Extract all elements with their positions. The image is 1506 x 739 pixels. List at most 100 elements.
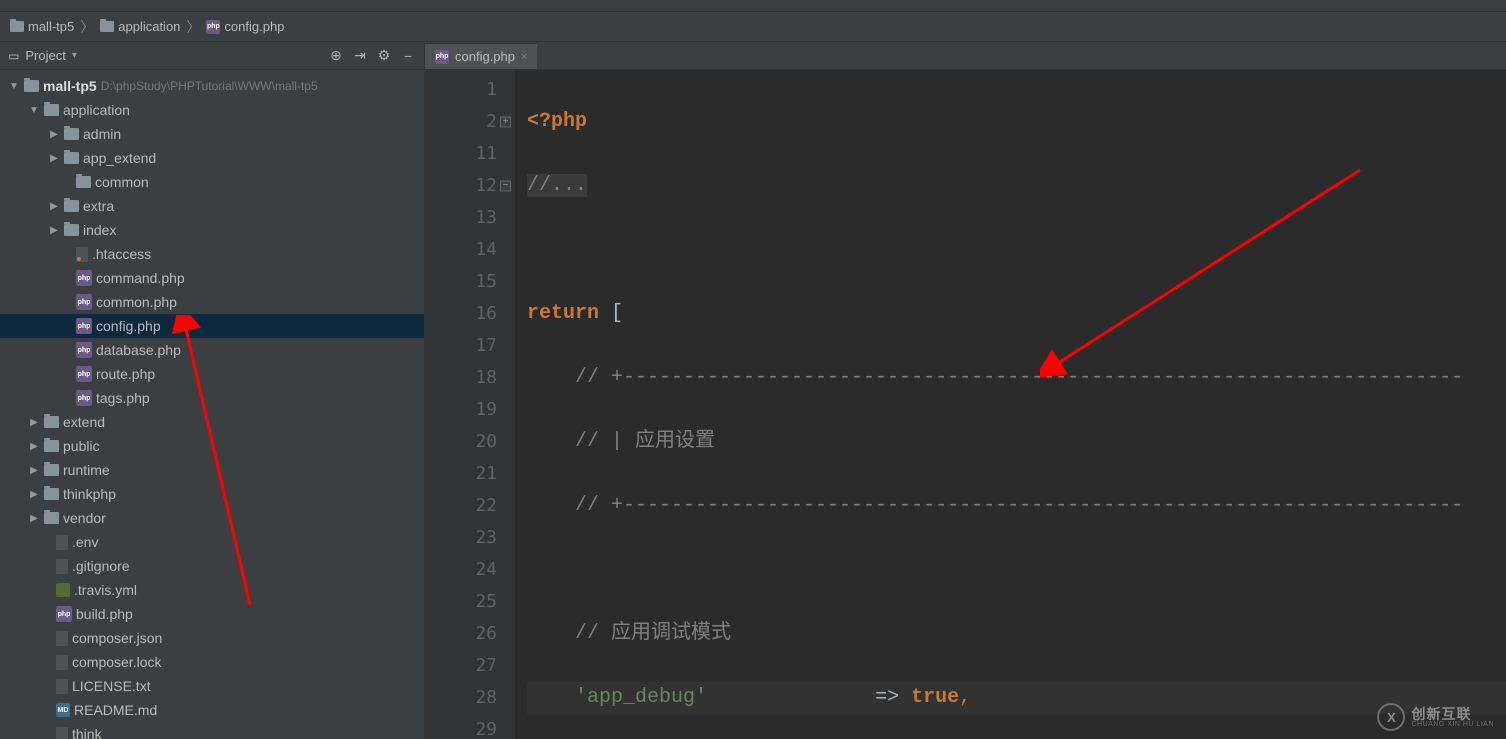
editor-tabs: php config.php × <box>425 42 1506 70</box>
folder-icon <box>64 128 79 140</box>
collapse-all-icon[interactable]: ⇥ <box>352 48 368 64</box>
tree-admin[interactable]: admin <box>0 122 424 146</box>
expand-arrow-icon[interactable] <box>28 417 40 428</box>
tree-root[interactable]: mall-tp5 D:\phpStudy\PHPTutorial\WWW\mal… <box>0 74 424 98</box>
tree-database-php[interactable]: php database.php <box>0 338 424 362</box>
folder-icon <box>64 200 79 212</box>
expand-arrow-icon[interactable] <box>28 489 40 500</box>
line-number: 20 <box>425 426 497 458</box>
tree-travis[interactable]: .travis.yml <box>0 578 424 602</box>
expand-arrow-icon[interactable] <box>28 465 40 476</box>
expand-arrow-icon[interactable] <box>28 513 40 524</box>
php-icon: php <box>76 390 92 406</box>
tree-thinkphp[interactable]: thinkphp <box>0 482 424 506</box>
tree-build-php[interactable]: php build.php <box>0 602 424 626</box>
tree-composer-json[interactable]: composer.json <box>0 626 424 650</box>
tree-label: database.php <box>96 342 181 358</box>
tree-label: admin <box>83 126 121 142</box>
expand-arrow-icon[interactable] <box>28 441 40 452</box>
markdown-icon: MD <box>56 703 70 717</box>
line-number: 16 <box>425 298 497 330</box>
gear-icon[interactable]: ⚙ <box>376 48 392 64</box>
folder-icon <box>44 104 59 116</box>
scroll-from-source-icon[interactable]: ⊕ <box>328 48 344 64</box>
breadcrumb-item-application[interactable]: application <box>100 19 180 34</box>
tree-label: app_extend <box>83 150 156 166</box>
tree-app-extend[interactable]: app_extend <box>0 146 424 170</box>
tree-application[interactable]: application <box>0 98 424 122</box>
tree-label: public <box>63 438 100 454</box>
php-icon: php <box>76 294 92 310</box>
tree-gitignore[interactable]: .gitignore <box>0 554 424 578</box>
expand-arrow-icon[interactable] <box>8 81 20 92</box>
tree-runtime[interactable]: runtime <box>0 458 424 482</box>
tree-label: extra <box>83 198 114 214</box>
line-number: 22 <box>425 490 497 522</box>
tree-extra[interactable]: extra <box>0 194 424 218</box>
tree-label: .gitignore <box>72 558 130 574</box>
folder-icon <box>44 488 59 500</box>
tree-public[interactable]: public <box>0 434 424 458</box>
file-icon <box>56 559 68 574</box>
line-number: 18💡 <box>425 362 497 394</box>
code-content[interactable]: <?php //... return [ // +---------------… <box>515 70 1506 739</box>
tree-common-php[interactable]: php common.php <box>0 290 424 314</box>
expand-arrow-icon[interactable] <box>28 105 40 116</box>
tree-readme[interactable]: MD README.md <box>0 698 424 722</box>
htaccess-icon <box>76 247 88 262</box>
breadcrumb-item-config[interactable]: php config.php <box>206 19 284 34</box>
expand-arrow-icon[interactable] <box>48 129 60 140</box>
project-panel-icon[interactable]: ▭ <box>8 49 19 63</box>
sidebar-title: Project <box>25 48 65 63</box>
line-number: 23 <box>425 522 497 554</box>
tree-license[interactable]: LICENSE.txt <box>0 674 424 698</box>
fold-icon[interactable]: − <box>500 181 511 192</box>
tree-think[interactable]: think <box>0 722 424 739</box>
line-number: 13 <box>425 202 497 234</box>
folder-icon <box>44 464 59 476</box>
tree-label: .htaccess <box>92 246 151 262</box>
tree-label: vendor <box>63 510 106 526</box>
code-editor[interactable]: 1 2+ 11 12− 13 14 15 16 17 18💡 19 20 21 … <box>425 70 1506 739</box>
line-number: 24 <box>425 554 497 586</box>
code-line <box>527 554 1506 586</box>
expand-arrow-icon[interactable] <box>48 153 60 164</box>
line-number: 27 <box>425 650 497 682</box>
tree-label: .env <box>72 534 98 550</box>
tree-label: mall-tp5 <box>43 78 97 94</box>
dropdown-icon[interactable]: ▾ <box>72 50 77 61</box>
line-number: 15 <box>425 266 497 298</box>
tree-config-php[interactable]: php config.php <box>0 314 424 338</box>
expand-arrow-icon[interactable] <box>48 225 60 236</box>
tree-route-php[interactable]: php route.php <box>0 362 424 386</box>
fold-icon[interactable]: + <box>500 117 511 128</box>
tree-vendor[interactable]: vendor <box>0 506 424 530</box>
hide-icon[interactable]: − <box>400 48 416 64</box>
tree-htaccess[interactable]: .htaccess <box>0 242 424 266</box>
expand-arrow-icon[interactable] <box>48 201 60 212</box>
file-icon <box>56 655 68 670</box>
breadcrumb-label: mall-tp5 <box>28 19 74 34</box>
tree-path: D:\phpStudy\PHPTutorial\WWW\mall-tp5 <box>101 79 318 93</box>
php-icon: php <box>435 50 449 64</box>
project-tree[interactable]: mall-tp5 D:\phpStudy\PHPTutorial\WWW\mal… <box>0 70 424 739</box>
tree-composer-lock[interactable]: composer.lock <box>0 650 424 674</box>
tree-env[interactable]: .env <box>0 530 424 554</box>
tree-label: command.php <box>96 270 185 286</box>
tree-extend[interactable]: extend <box>0 410 424 434</box>
tree-label: thinkphp <box>63 486 116 502</box>
code-line: // +------------------------------------… <box>527 490 1506 522</box>
top-toolbar <box>0 0 1506 12</box>
yml-icon <box>56 583 70 597</box>
tree-label: .travis.yml <box>74 582 137 598</box>
tab-config-php[interactable]: php config.php × <box>425 43 537 69</box>
tree-tags-php[interactable]: php tags.php <box>0 386 424 410</box>
tree-label: common.php <box>96 294 177 310</box>
breadcrumb-item-root[interactable]: mall-tp5 <box>10 19 74 34</box>
close-icon[interactable]: × <box>521 51 527 63</box>
tree-common[interactable]: common <box>0 170 424 194</box>
php-icon: php <box>76 342 92 358</box>
tree-command-php[interactable]: php command.php <box>0 266 424 290</box>
tree-index[interactable]: index <box>0 218 424 242</box>
tree-label: build.php <box>76 606 133 622</box>
